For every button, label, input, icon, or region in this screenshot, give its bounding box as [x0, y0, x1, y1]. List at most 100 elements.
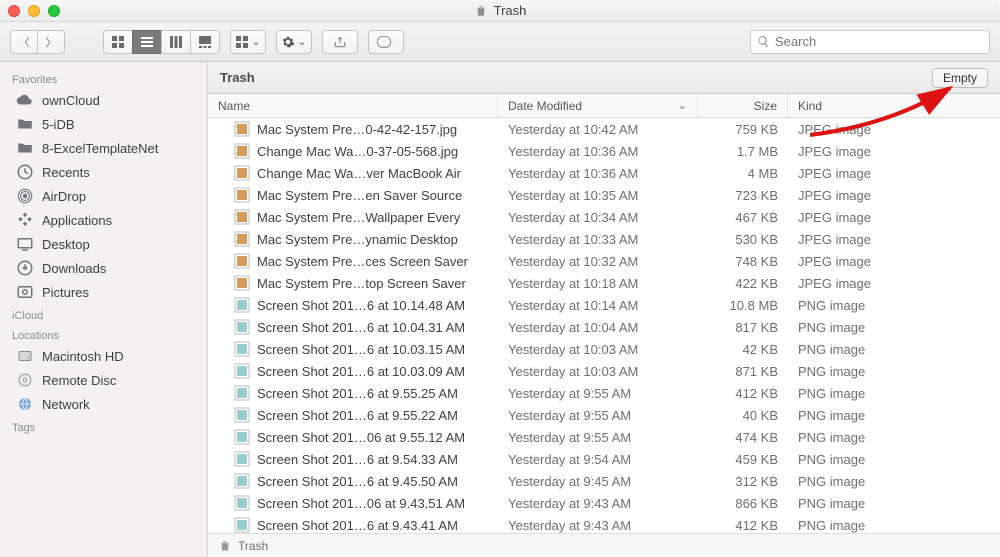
zoom-window[interactable] [48, 5, 60, 17]
minimize-window[interactable] [28, 5, 40, 17]
sidebar-item[interactable]: AirDrop [0, 184, 207, 208]
column-header-kind[interactable]: Kind [788, 94, 1000, 117]
file-row[interactable]: Screen Shot 201…6 at 10.03.15 AMYesterda… [208, 338, 1000, 360]
cell-size: 871 KB [698, 364, 788, 379]
empty-trash-button[interactable]: Empty [932, 68, 988, 88]
cell-kind: PNG image [788, 452, 1000, 467]
sidebar-item[interactable]: Recents [0, 160, 207, 184]
sidebar-item-label: Downloads [42, 261, 106, 276]
cell-size: 412 KB [698, 386, 788, 401]
sidebar-item[interactable]: Network [0, 392, 207, 416]
cell-kind: PNG image [788, 320, 1000, 335]
action-menu-button[interactable]: ⌄ [276, 30, 312, 54]
file-name: Mac System Pre…en Saver Source [257, 188, 462, 203]
file-row[interactable]: Mac System Pre…Wallpaper EveryYesterday … [208, 206, 1000, 228]
file-row[interactable]: Mac System Pre…en Saver SourceYesterday … [208, 184, 1000, 206]
cell-name: Screen Shot 201…6 at 10.03.09 AM [208, 363, 498, 379]
file-thumb-icon [234, 253, 250, 269]
group-by-button[interactable]: ⌄ [230, 30, 266, 54]
sidebar-item[interactable]: Remote Disc [0, 368, 207, 392]
column-header-size[interactable]: Size [698, 94, 788, 117]
cell-kind: PNG image [788, 430, 1000, 445]
cell-size: 40 KB [698, 408, 788, 423]
file-row[interactable]: Mac System Pre…ynamic DesktopYesterday a… [208, 228, 1000, 250]
close-window[interactable] [8, 5, 20, 17]
file-name: Mac System Pre…ynamic Desktop [257, 232, 458, 247]
file-thumb-icon [234, 495, 250, 511]
file-row[interactable]: Screen Shot 201…6 at 10.04.31 AM Yesterda… [208, 316, 1000, 338]
file-row[interactable]: Mac System Pre…ces Screen SaverYesterday… [208, 250, 1000, 272]
file-row[interactable]: Screen Shot 201…6 at 9.55.25 AMYesterday… [208, 382, 1000, 404]
column-header-date[interactable]: Date Modified ⌄ [498, 94, 698, 117]
search-field[interactable] [750, 30, 990, 54]
sidebar-item[interactable]: 5-iDB [0, 112, 207, 136]
cell-name: Mac System Pre…en Saver Source [208, 187, 498, 203]
cell-size: 723 KB [698, 188, 788, 203]
sidebar-item[interactable]: 8-ExcelTemplateNet [0, 136, 207, 160]
cell-kind: JPEG image [788, 188, 1000, 203]
cell-date: Yesterday at 10:36 AM [498, 144, 698, 159]
view-gallery-button[interactable] [190, 30, 220, 54]
view-list-button[interactable] [132, 30, 162, 54]
tags-button[interactable] [368, 30, 404, 54]
forward-button[interactable]: 〉 [37, 30, 65, 54]
sidebar-item[interactable]: Downloads [0, 256, 207, 280]
file-row[interactable]: Mac System Pre…top Screen SaverYesterday… [208, 272, 1000, 294]
cell-name: Mac System Pre…ces Screen Saver [208, 253, 498, 269]
titlebar: Trash [0, 0, 1000, 22]
file-row[interactable]: Screen Shot 201…06 at 9.55.12 AMYesterda… [208, 426, 1000, 448]
cell-name: Mac System Pre…Wallpaper Every [208, 209, 498, 225]
sidebar-item[interactable]: Pictures [0, 280, 207, 304]
cell-size: 530 KB [698, 232, 788, 247]
network-icon [16, 395, 34, 413]
file-row[interactable]: Screen Shot 201…6 at 10.14.48 AMYesterda… [208, 294, 1000, 316]
sidebar-item[interactable]: Macintosh HD [0, 344, 207, 368]
share-button[interactable] [322, 30, 358, 54]
sidebar-item[interactable]: Desktop [0, 232, 207, 256]
cell-kind: JPEG image [788, 144, 1000, 159]
cell-date: Yesterday at 10:04 AM [498, 320, 698, 335]
file-row[interactable]: Screen Shot 201…06 at 9.43.51 AMYesterda… [208, 492, 1000, 514]
cell-name: Screen Shot 201…6 at 10.03.15 AM [208, 341, 498, 357]
file-row[interactable]: Screen Shot 201…6 at 9.43.41 AMYesterday… [208, 514, 1000, 533]
desktop-icon [16, 235, 34, 253]
cell-size: 474 KB [698, 430, 788, 445]
file-thumb-icon [234, 385, 250, 401]
view-columns-button[interactable] [161, 30, 191, 54]
cell-name: Screen Shot 201…06 at 9.55.12 AM [208, 429, 498, 445]
cell-date: Yesterday at 9:55 AM [498, 408, 698, 423]
file-thumb-icon [234, 363, 250, 379]
file-name: Screen Shot 201…6 at 10.03.09 AM [257, 364, 465, 379]
file-row[interactable]: Change Mac Wa…ver MacBook AirYesterday a… [208, 162, 1000, 184]
file-row[interactable]: Screen Shot 201…6 at 9.54.33 AMYesterday… [208, 448, 1000, 470]
path-label: Trash [238, 539, 268, 553]
file-name: Screen Shot 201…06 at 9.55.12 AM [257, 430, 465, 445]
file-name: Screen Shot 201…6 at 10.04.31 AM [257, 320, 465, 335]
cell-kind: PNG image [788, 364, 1000, 379]
sidebar-section-header: Favorites [0, 68, 207, 88]
file-row[interactable]: Screen Shot 201…6 at 10.03.09 AMYesterda… [208, 360, 1000, 382]
cell-kind: JPEG image [788, 254, 1000, 269]
column-header-name[interactable]: Name [208, 94, 498, 117]
nav-buttons: 〈 〉 [10, 30, 65, 54]
sidebar-item-label: Applications [42, 213, 112, 228]
file-row[interactable]: Mac System Pre…0-42-42-157.jpgYesterday … [208, 118, 1000, 140]
sidebar-item[interactable]: ownCloud [0, 88, 207, 112]
back-button[interactable]: 〈 [10, 30, 38, 54]
view-icons-button[interactable] [103, 30, 133, 54]
file-row[interactable]: Change Mac Wa…0-37-05-568.jpgYesterday a… [208, 140, 1000, 162]
sidebar-item[interactable]: Applications [0, 208, 207, 232]
file-row[interactable]: Screen Shot 201…6 at 9.45.50 AMYesterday… [208, 470, 1000, 492]
search-icon [757, 35, 770, 48]
disc-icon [16, 371, 34, 389]
search-input[interactable] [775, 34, 983, 49]
file-row[interactable]: Screen Shot 201…6 at 9.55.22 AMYesterday… [208, 404, 1000, 426]
cell-name: Change Mac Wa…ver MacBook Air [208, 165, 498, 181]
cell-size: 422 KB [698, 276, 788, 291]
toolbar: 〈 〉 ⌄ ⌄ [0, 22, 1000, 62]
cell-size: 412 KB [698, 518, 788, 533]
cell-name: Screen Shot 201…6 at 10.14.48 AM [208, 297, 498, 313]
file-name: Screen Shot 201…6 at 9.54.33 AM [257, 452, 458, 467]
file-list[interactable]: Mac System Pre…0-42-42-157.jpgYesterday … [208, 118, 1000, 533]
folder-icon [16, 139, 34, 157]
